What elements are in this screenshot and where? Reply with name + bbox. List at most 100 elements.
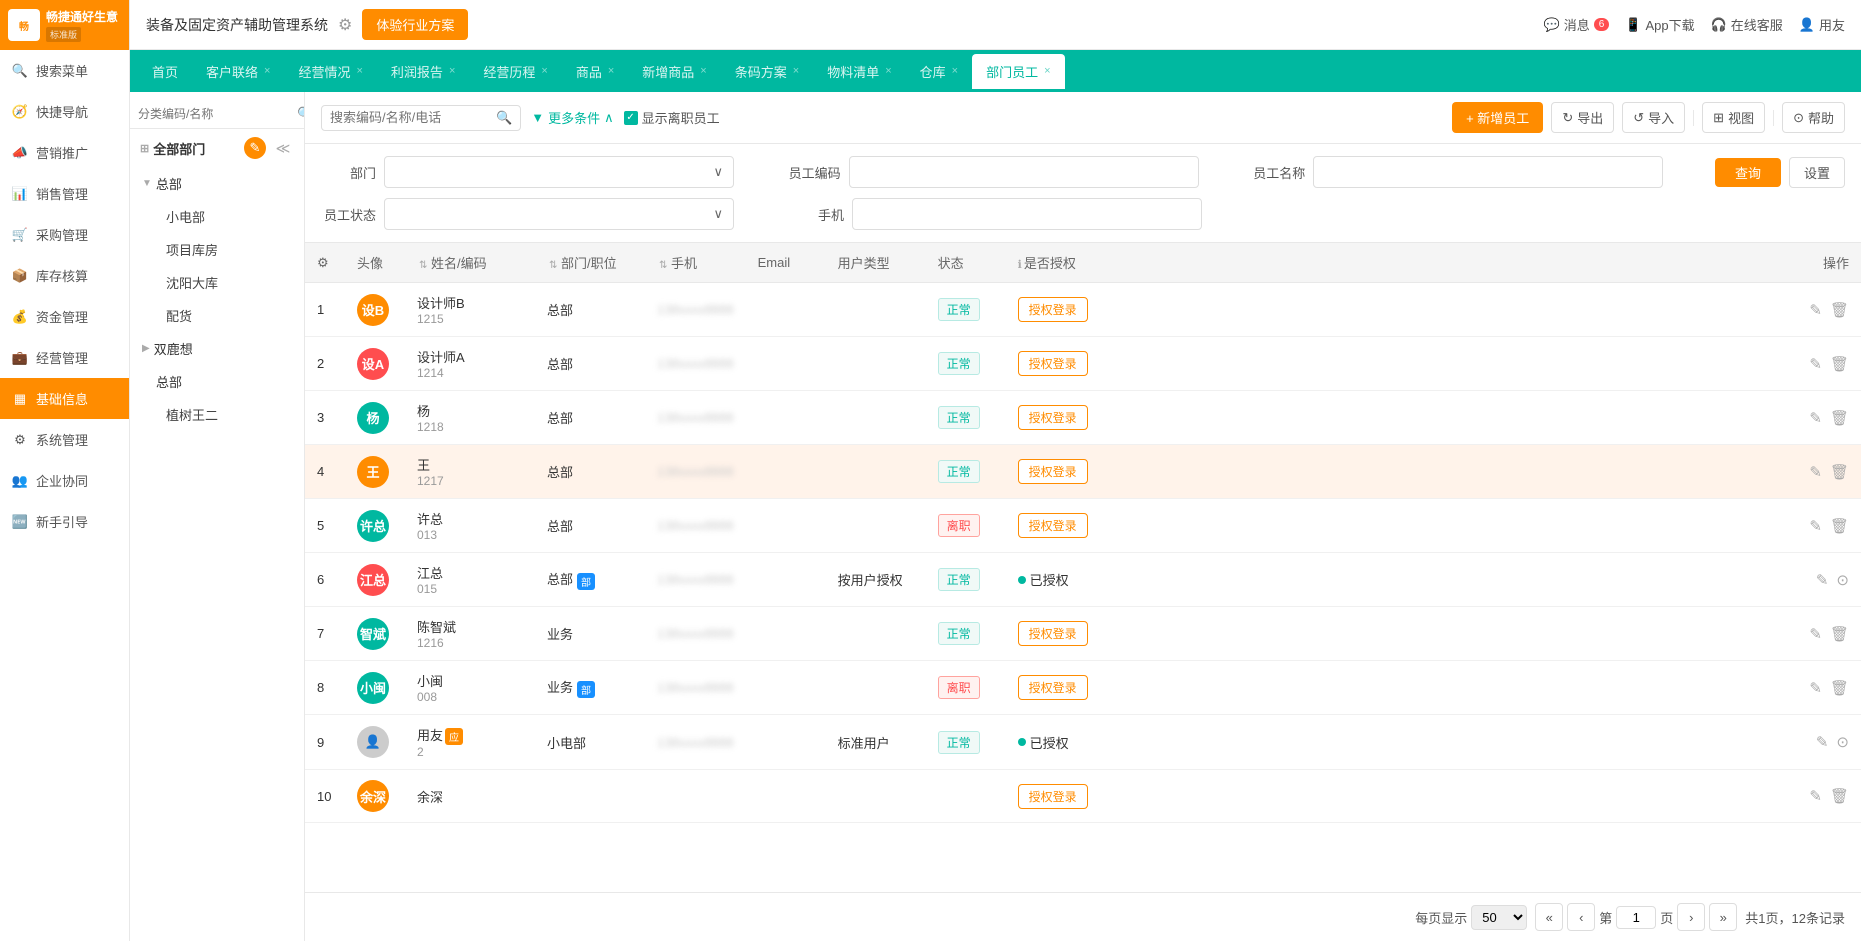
set-button[interactable]: 设置: [1789, 157, 1845, 188]
auth-login-button[interactable]: 授权登录: [1018, 621, 1088, 646]
query-button[interactable]: 查询: [1715, 158, 1781, 187]
auth-login-button[interactable]: 授权登录: [1018, 297, 1088, 322]
tab-bom[interactable]: 物料清单 ×: [813, 54, 905, 89]
sidebar-item-marketing[interactable]: 📣 营销推广: [0, 132, 129, 173]
dept-tree-item-plant[interactable]: 植树王二: [150, 398, 304, 431]
auth-login-button[interactable]: 授权登录: [1018, 459, 1088, 484]
auth-login-button[interactable]: 授权登录: [1018, 513, 1088, 538]
tab-goods[interactable]: 商品 ×: [562, 54, 628, 89]
dept-select[interactable]: ∨: [384, 156, 734, 188]
auth-login-button[interactable]: 授权登录: [1018, 405, 1088, 430]
sidebar-item-system[interactable]: ⚙ 系统管理: [0, 419, 129, 460]
add-employee-button[interactable]: + 新增员工: [1452, 102, 1543, 133]
first-page-btn[interactable]: «: [1535, 903, 1563, 931]
dept-add-btn[interactable]: ✎: [244, 137, 266, 159]
copy-icon[interactable]: ⊙: [1836, 571, 1849, 589]
trial-button[interactable]: 体验行业方案: [362, 9, 468, 40]
delete-icon[interactable]: 🗑: [1830, 409, 1849, 427]
more-filter-btn[interactable]: ▼ 更多条件 ∧: [531, 108, 613, 127]
close-icon[interactable]: ×: [793, 65, 799, 77]
close-icon[interactable]: ×: [449, 65, 455, 77]
tab-barcode[interactable]: 条码方案 ×: [721, 54, 813, 89]
dept-tree-item-root[interactable]: ▼ 总部: [130, 167, 304, 200]
settings-icon[interactable]: ⚙: [317, 255, 329, 270]
app-download-btn[interactable]: 📱 App下载: [1625, 15, 1694, 34]
tab-employee[interactable]: 部门员工 ×: [972, 54, 1064, 89]
edit-icon[interactable]: ✎: [1809, 787, 1822, 805]
edit-icon[interactable]: ✎: [1809, 517, 1822, 535]
sidebar-item-purchase[interactable]: 🛒 采购管理: [0, 214, 129, 255]
page-number-input[interactable]: [1616, 906, 1656, 929]
delete-icon[interactable]: 🗑: [1830, 517, 1849, 535]
edit-icon[interactable]: ✎: [1809, 355, 1822, 373]
delete-icon[interactable]: 🗑: [1830, 355, 1849, 373]
close-icon[interactable]: ×: [608, 65, 614, 77]
prev-page-btn[interactable]: ‹: [1567, 903, 1595, 931]
edit-icon[interactable]: ✎: [1816, 733, 1829, 751]
sidebar-item-sales[interactable]: 📊 销售管理: [0, 173, 129, 214]
search-submit-icon[interactable]: 🔍: [496, 110, 512, 126]
sort-icon[interactable]: ⇅: [659, 260, 667, 271]
dept-tree-item-shuanglu[interactable]: ▶ 双鹿想: [130, 332, 304, 365]
page-size-select[interactable]: 50 100: [1471, 905, 1527, 930]
search-input[interactable]: [330, 110, 490, 125]
dept-search-input[interactable]: [138, 107, 293, 121]
print-help-button[interactable]: ⊙ 帮助: [1782, 102, 1845, 133]
sidebar-item-guide[interactable]: 🆕 新手引导: [0, 501, 129, 542]
sidebar-item-search[interactable]: 🔍 搜索菜单: [0, 50, 129, 91]
tab-new-goods[interactable]: 新增商品 ×: [628, 54, 720, 89]
dept-tree-item-project[interactable]: 项目库房: [150, 233, 304, 266]
dept-tree-item-dispatch[interactable]: 配货: [150, 299, 304, 332]
delete-icon[interactable]: 🗑: [1830, 679, 1849, 697]
close-icon[interactable]: ×: [952, 65, 958, 77]
edit-icon[interactable]: ✎: [1809, 409, 1822, 427]
sort-icon[interactable]: ⇅: [549, 260, 557, 271]
online-service-btn[interactable]: 🎧 在线客服: [1711, 15, 1783, 34]
delete-icon[interactable]: 🗑: [1830, 463, 1849, 481]
message-btn[interactable]: 💬 消息 6: [1544, 15, 1610, 34]
phone-input[interactable]: [852, 198, 1202, 230]
auth-login-button[interactable]: 授权登录: [1018, 351, 1088, 376]
dept-collapse-btn[interactable]: ≪: [272, 137, 294, 159]
close-icon[interactable]: ×: [356, 65, 362, 77]
dept-tree-item-small-elec[interactable]: 小电部: [150, 200, 304, 233]
tab-business[interactable]: 经营情况 ×: [284, 54, 376, 89]
tab-home[interactable]: 首页: [138, 54, 192, 89]
tab-profit[interactable]: 利润报告 ×: [377, 54, 469, 89]
delete-icon[interactable]: 🗑: [1830, 301, 1849, 319]
delete-icon[interactable]: 🗑: [1830, 787, 1849, 805]
dept-tree-item-shenyang[interactable]: 沈阳大库: [150, 266, 304, 299]
auth-login-button[interactable]: 授权登录: [1018, 675, 1088, 700]
emp-code-input[interactable]: [849, 156, 1199, 188]
sidebar-item-ops[interactable]: 💼 经营管理: [0, 337, 129, 378]
edit-icon[interactable]: ✎: [1809, 463, 1822, 481]
settings-icon[interactable]: ⚙: [338, 15, 352, 35]
next-page-btn[interactable]: ›: [1677, 903, 1705, 931]
sidebar-item-nav[interactable]: 🧭 快捷导航: [0, 91, 129, 132]
edit-icon[interactable]: ✎: [1816, 571, 1829, 589]
close-icon[interactable]: ×: [700, 65, 706, 77]
view-button[interactable]: ⊞ 视图: [1702, 102, 1765, 133]
close-icon[interactable]: ×: [1044, 65, 1050, 77]
user-avatar[interactable]: 👤 用友: [1799, 15, 1845, 34]
show-resigned-checkbox[interactable]: [624, 111, 638, 125]
dept-tree-item-hq[interactable]: 总部: [130, 365, 304, 398]
sidebar-item-collab[interactable]: 👥 企业协同: [0, 460, 129, 501]
emp-name-input[interactable]: [1313, 156, 1663, 188]
close-icon[interactable]: ×: [885, 65, 891, 77]
edit-icon[interactable]: ✎: [1809, 625, 1822, 643]
sort-icon[interactable]: ⇅: [419, 260, 427, 271]
sidebar-item-base-info[interactable]: ▦ 基础信息: [0, 378, 129, 419]
import-button[interactable]: ↺ 导入: [1622, 102, 1685, 133]
last-page-btn[interactable]: »: [1709, 903, 1737, 931]
close-icon[interactable]: ×: [541, 65, 547, 77]
tab-warehouse[interactable]: 仓库 ×: [906, 54, 972, 89]
sidebar-item-inventory[interactable]: 📦 库存核算: [0, 255, 129, 296]
dept-all-label[interactable]: ⊞ 全部部门: [140, 139, 205, 158]
edit-icon[interactable]: ✎: [1809, 301, 1822, 319]
sidebar-item-finance[interactable]: 💰 资金管理: [0, 296, 129, 337]
delete-icon[interactable]: 🗑: [1830, 625, 1849, 643]
auth-login-button[interactable]: 授权登录: [1018, 784, 1088, 809]
export-button[interactable]: ↻ 导出: [1551, 102, 1614, 133]
tab-journey[interactable]: 经营历程 ×: [469, 54, 561, 89]
